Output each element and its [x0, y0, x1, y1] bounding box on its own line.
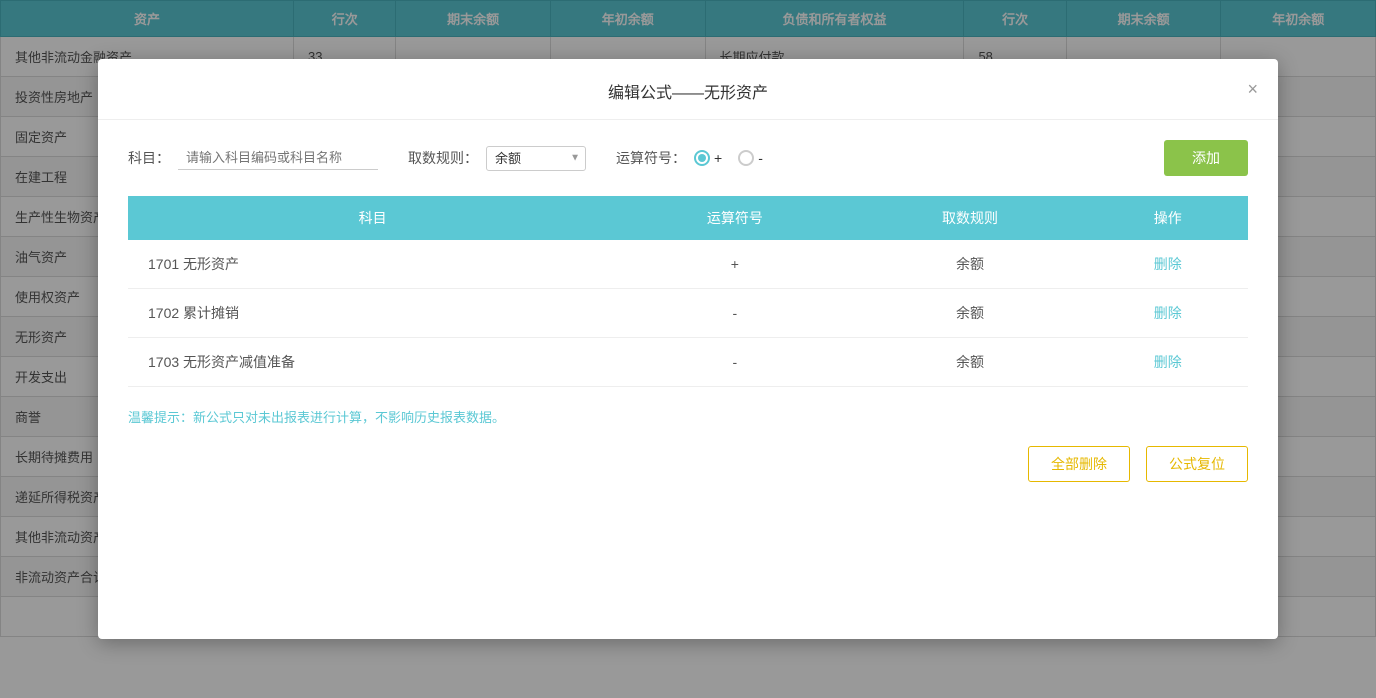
formula-form-row: 科目： 取数规则： 余额 借方 贷方 借方发生额 贷方发生额 ▼ 运算符号： — [98, 120, 1278, 196]
table-row: 1702 累计摊销 - 余额 删除 — [128, 289, 1248, 338]
th-rule: 取数规则 — [852, 196, 1087, 240]
subject-form-group: 科目： — [128, 146, 378, 170]
warning-text: 温馨提示：新公式只对未出报表进行计算，不影响历史报表数据。 — [98, 387, 1278, 436]
radio-minus-circle — [738, 150, 754, 166]
rule-label: 取数规则： — [408, 148, 478, 168]
modal-footer: 全部删除 公式复位 — [98, 436, 1278, 482]
operator-form-group: 运算符号： + - — [616, 148, 763, 168]
operator-minus-label: - — [758, 150, 763, 166]
operator-plus-radio[interactable]: + — [694, 150, 722, 166]
reset-formula-button[interactable]: 公式复位 — [1146, 446, 1248, 482]
radio-plus-circle — [694, 150, 710, 166]
row3-rule: 余额 — [852, 338, 1087, 387]
table-row: 1703 无形资产减值准备 - 余额 删除 — [128, 338, 1248, 387]
row2-action: 删除 — [1088, 289, 1248, 338]
row1-operator: + — [617, 240, 852, 289]
modal-header: 编辑公式——无形资产 × — [98, 59, 1278, 120]
subject-input[interactable] — [178, 146, 378, 170]
row2-subject: 1702 累计摊销 — [128, 289, 617, 338]
table-header-row: 科目 运算符号 取数规则 操作 — [128, 196, 1248, 240]
operator-label: 运算符号： — [616, 148, 686, 168]
th-action: 操作 — [1088, 196, 1248, 240]
operator-radio-group: + - — [694, 150, 763, 166]
data-table-wrapper: 科目 运算符号 取数规则 操作 1701 无形资产 + 余额 删除 1702 累… — [98, 196, 1278, 387]
row1-subject: 1701 无形资产 — [128, 240, 617, 289]
formula-table: 科目 运算符号 取数规则 操作 1701 无形资产 + 余额 删除 1702 累… — [128, 196, 1248, 387]
modal-close-button[interactable]: × — [1247, 80, 1258, 98]
subject-label: 科目： — [128, 148, 170, 168]
row3-operator: - — [617, 338, 852, 387]
th-operator: 运算符号 — [617, 196, 852, 240]
row1-rule: 余额 — [852, 240, 1087, 289]
th-subject: 科目 — [128, 196, 617, 240]
row3-subject: 1703 无形资产减值准备 — [128, 338, 617, 387]
operator-plus-label: + — [714, 150, 722, 166]
row2-operator: - — [617, 289, 852, 338]
row3-delete-button[interactable]: 删除 — [1154, 352, 1182, 372]
rule-select[interactable]: 余额 借方 贷方 借方发生额 贷方发生额 — [486, 146, 586, 171]
row2-rule: 余额 — [852, 289, 1087, 338]
add-button[interactable]: 添加 — [1164, 140, 1248, 176]
row1-delete-button[interactable]: 删除 — [1154, 254, 1182, 274]
operator-minus-radio[interactable]: - — [738, 150, 763, 166]
edit-formula-modal: 编辑公式——无形资产 × 科目： 取数规则： 余额 借方 贷方 借方发生额 贷方… — [98, 59, 1278, 639]
delete-all-button[interactable]: 全部删除 — [1028, 446, 1130, 482]
row1-action: 删除 — [1088, 240, 1248, 289]
rule-form-group: 取数规则： 余额 借方 贷方 借方发生额 贷方发生额 ▼ — [408, 146, 586, 171]
row3-action: 删除 — [1088, 338, 1248, 387]
table-row: 1701 无形资产 + 余额 删除 — [128, 240, 1248, 289]
rule-select-wrapper: 余额 借方 贷方 借方发生额 贷方发生额 ▼ — [486, 146, 586, 171]
modal-title: 编辑公式——无形资产 — [608, 79, 768, 103]
row2-delete-button[interactable]: 删除 — [1154, 303, 1182, 323]
